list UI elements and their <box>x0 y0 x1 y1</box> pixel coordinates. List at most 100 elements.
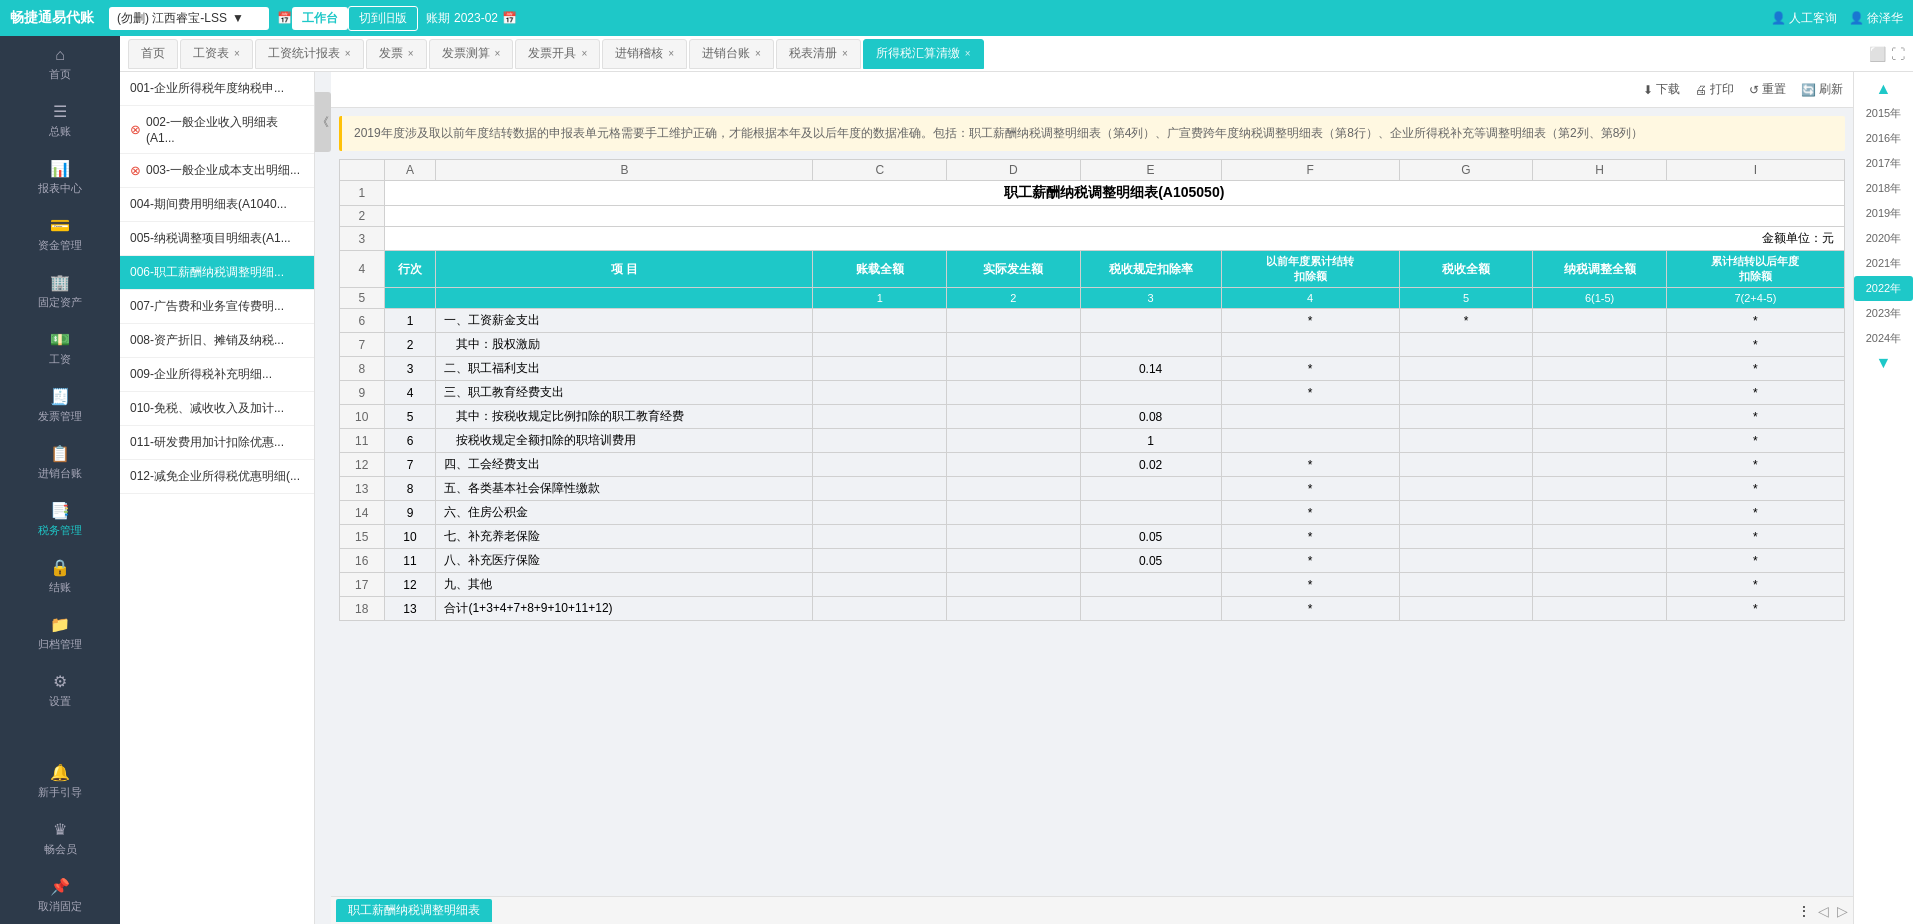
sidebar-item-guide[interactable]: 🔔 新手引导 <box>0 753 120 810</box>
sidebar-item-label: 资金管理 <box>38 238 82 253</box>
table-row[interactable]: 13 8 五、各类基本社会保障性缴款 * * <box>340 477 1845 501</box>
print-button[interactable]: 🖨 打印 <box>1695 81 1734 98</box>
table-row[interactable]: 16 11 八、补充医疗保险 0.05 * * <box>340 549 1845 573</box>
sidebar-item-purchase[interactable]: 📋 进销台账 <box>0 434 120 491</box>
left-panel-item-009[interactable]: 009-企业所得税补充明细... <box>120 358 314 392</box>
year-2019[interactable]: 2019年 <box>1854 201 1913 226</box>
tab-purchase-ledger[interactable]: 进销台账 × <box>689 39 774 69</box>
sidebar-item-home[interactable]: ⌂ 首页 <box>0 36 120 92</box>
table-row[interactable]: 17 12 九、其他 * * <box>340 573 1845 597</box>
left-panel-item-007[interactable]: 007-广告费和业务宣传费明... <box>120 290 314 324</box>
sidebar-item-capital[interactable]: 💳 资金管理 <box>0 206 120 263</box>
tab-close-icon[interactable]: × <box>581 48 587 59</box>
tab-close-icon[interactable]: × <box>495 48 501 59</box>
tab-home[interactable]: 首页 <box>128 39 178 69</box>
left-panel-item-012[interactable]: 012-减免企业所得税优惠明细(... <box>120 460 314 494</box>
table-row[interactable]: 18 13 合计(1+3+4+7+8+9+10+11+12) * * <box>340 597 1845 621</box>
download-button[interactable]: ⬇ 下载 <box>1643 81 1680 98</box>
tab-income-tax[interactable]: 所得税汇算清缴 × <box>863 39 984 69</box>
sidebar-item-close[interactable]: 🔒 结账 <box>0 548 120 605</box>
year-2018[interactable]: 2018年 <box>1854 176 1913 201</box>
sidebar-item-member[interactable]: ♛ 畅会员 <box>0 810 120 867</box>
left-panel-item-001[interactable]: 001-企业所得税年度纳税申... <box>120 72 314 106</box>
workspace-button[interactable]: 工作台 <box>292 7 348 30</box>
left-panel-item-002[interactable]: ⊗ 002-一般企业收入明细表(A1... <box>120 106 314 154</box>
tab-close-icon[interactable]: × <box>842 48 848 59</box>
tab-invoice[interactable]: 发票 × <box>366 39 427 69</box>
year-2023[interactable]: 2023年 <box>1854 301 1913 326</box>
tab-purchase-check[interactable]: 进销稽核 × <box>602 39 687 69</box>
tab-label: 税表清册 <box>789 45 837 62</box>
switch-old-button[interactable]: 切到旧版 <box>348 6 418 31</box>
tab-close-icon[interactable]: × <box>345 48 351 59</box>
left-panel-item-008[interactable]: 008-资产折旧、摊销及纳税... <box>120 324 314 358</box>
table-row[interactable]: 7 2 其中：股权激励 * <box>340 333 1845 357</box>
tab-close-icon[interactable]: × <box>408 48 414 59</box>
sidebar-item-label: 首页 <box>49 67 71 82</box>
tab-invoice-open[interactable]: 发票开具 × <box>515 39 600 69</box>
tab-salary-report[interactable]: 工资统计报表 × <box>255 39 364 69</box>
tab-invoice-calc[interactable]: 发票测算 × <box>429 39 514 69</box>
tab-restore-button[interactable]: ⬜ <box>1869 46 1886 62</box>
tab-close-icon[interactable]: × <box>234 48 240 59</box>
archive-icon: 📁 <box>50 615 70 634</box>
year-2020[interactable]: 2020年 <box>1854 226 1913 251</box>
table-row[interactable]: 10 5 其中：按税收规定比例扣除的职工教育经费 0.08 * <box>340 405 1845 429</box>
year-down-arrow[interactable]: ▼ <box>1873 351 1895 375</box>
year-2015[interactable]: 2015年 <box>1854 101 1913 126</box>
user-button[interactable]: 👤 徐泽华 <box>1849 10 1903 27</box>
reset-button[interactable]: ↺ 重置 <box>1749 81 1786 98</box>
table-row[interactable]: 8 3 二、职工福利支出 0.14 * * <box>340 357 1845 381</box>
member-icon: ♛ <box>53 820 67 839</box>
sidebar: ⌂ 首页 ☰ 总账 📊 报表中心 💳 资金管理 🏢 固定资产 💵 工资 <box>0 36 120 924</box>
table-row[interactable]: 12 7 四、工会经费支出 0.02 * * <box>340 453 1845 477</box>
table-row[interactable]: 9 4 三、职工教育经费支出 * * <box>340 381 1845 405</box>
left-panel-item-011[interactable]: 011-研发费用加计扣除优惠... <box>120 426 314 460</box>
item-label: 007-广告费和业务宣传费明... <box>130 298 284 315</box>
toolbar: ⬇ 下载 🖨 打印 ↺ 重置 🔄 刷新 <box>331 72 1853 108</box>
table-row[interactable]: 11 6 按税收规定全额扣除的职培训费用 1 * <box>340 429 1845 453</box>
sidebar-item-cancel-fixed[interactable]: 📌 取消固定 <box>0 867 120 924</box>
calendar-icon-btn[interactable]: 📅 <box>277 11 292 25</box>
tab-close-icon[interactable]: × <box>668 48 674 59</box>
year-2024[interactable]: 2024年 <box>1854 326 1913 351</box>
company-selector[interactable]: (勿删) 江西睿宝-LSS ▼ <box>109 7 269 30</box>
year-up-arrow[interactable]: ▲ <box>1873 77 1895 101</box>
sidebar-item-invoice[interactable]: 🧾 发票管理 <box>0 377 120 434</box>
top-bar: 畅捷通易代账 (勿删) 江西睿宝-LSS ▼ 📅 工作台 切到旧版 账期 202… <box>0 0 1913 36</box>
support-button[interactable]: 👤 人工客询 <box>1771 10 1837 27</box>
table-row[interactable]: 14 9 六、住房公积金 * * <box>340 501 1845 525</box>
tab-salary-sheet[interactable]: 工资表 × <box>180 39 253 69</box>
tab-close-icon[interactable]: × <box>965 48 971 59</box>
table-row[interactable]: 6 1 一、工资薪金支出 * * * <box>340 309 1845 333</box>
left-panel-item-003[interactable]: ⊗ 003-一般企业成本支出明细... <box>120 154 314 188</box>
scroll-right-button[interactable]: ▷ <box>1837 903 1848 919</box>
year-2022[interactable]: 2022年 <box>1854 276 1913 301</box>
col-header-row: A B C D E F G H I <box>340 160 1845 181</box>
sidebar-item-report[interactable]: 📊 报表中心 <box>0 149 120 206</box>
tab-tax-list[interactable]: 税表清册 × <box>776 39 861 69</box>
sidebar-item-tax[interactable]: 📑 税务管理 <box>0 491 120 548</box>
scroll-left-button[interactable]: ◁ <box>1818 903 1829 919</box>
refresh-button[interactable]: 🔄 刷新 <box>1801 81 1843 98</box>
tab-maximize-button[interactable]: ⛶ <box>1891 46 1905 62</box>
left-panel-item-005[interactable]: 005-纳税调整项目明细表(A1... <box>120 222 314 256</box>
table-wrapper[interactable]: A B C D E F G H I <box>331 159 1853 896</box>
sidebar-item-assets[interactable]: 🏢 固定资产 <box>0 263 120 320</box>
year-2016[interactable]: 2016年 <box>1854 126 1913 151</box>
sidebar-item-salary[interactable]: 💵 工资 <box>0 320 120 377</box>
tab-home-label: 首页 <box>141 45 165 62</box>
left-panel-item-010[interactable]: 010-免税、减收收入及加计... <box>120 392 314 426</box>
year-2021[interactable]: 2021年 <box>1854 251 1913 276</box>
sidebar-item-archive[interactable]: 📁 归档管理 <box>0 605 120 662</box>
tab-close-icon[interactable]: × <box>755 48 761 59</box>
left-panel-item-006[interactable]: 006-职工薪酬纳税调整明细... <box>120 256 314 290</box>
left-panel-item-004[interactable]: 004-期间费用明细表(A1040... <box>120 188 314 222</box>
collapse-panel-button[interactable]: 《 <box>315 92 331 152</box>
sidebar-item-settings[interactable]: ⚙ 设置 <box>0 662 120 719</box>
year-2017[interactable]: 2017年 <box>1854 151 1913 176</box>
col-h: H <box>1533 160 1667 181</box>
sheet-tab[interactable]: 职工薪酬纳税调整明细表 <box>336 899 492 922</box>
sidebar-item-ledger[interactable]: ☰ 总账 <box>0 92 120 149</box>
table-row[interactable]: 15 10 七、补充养老保险 0.05 * * <box>340 525 1845 549</box>
